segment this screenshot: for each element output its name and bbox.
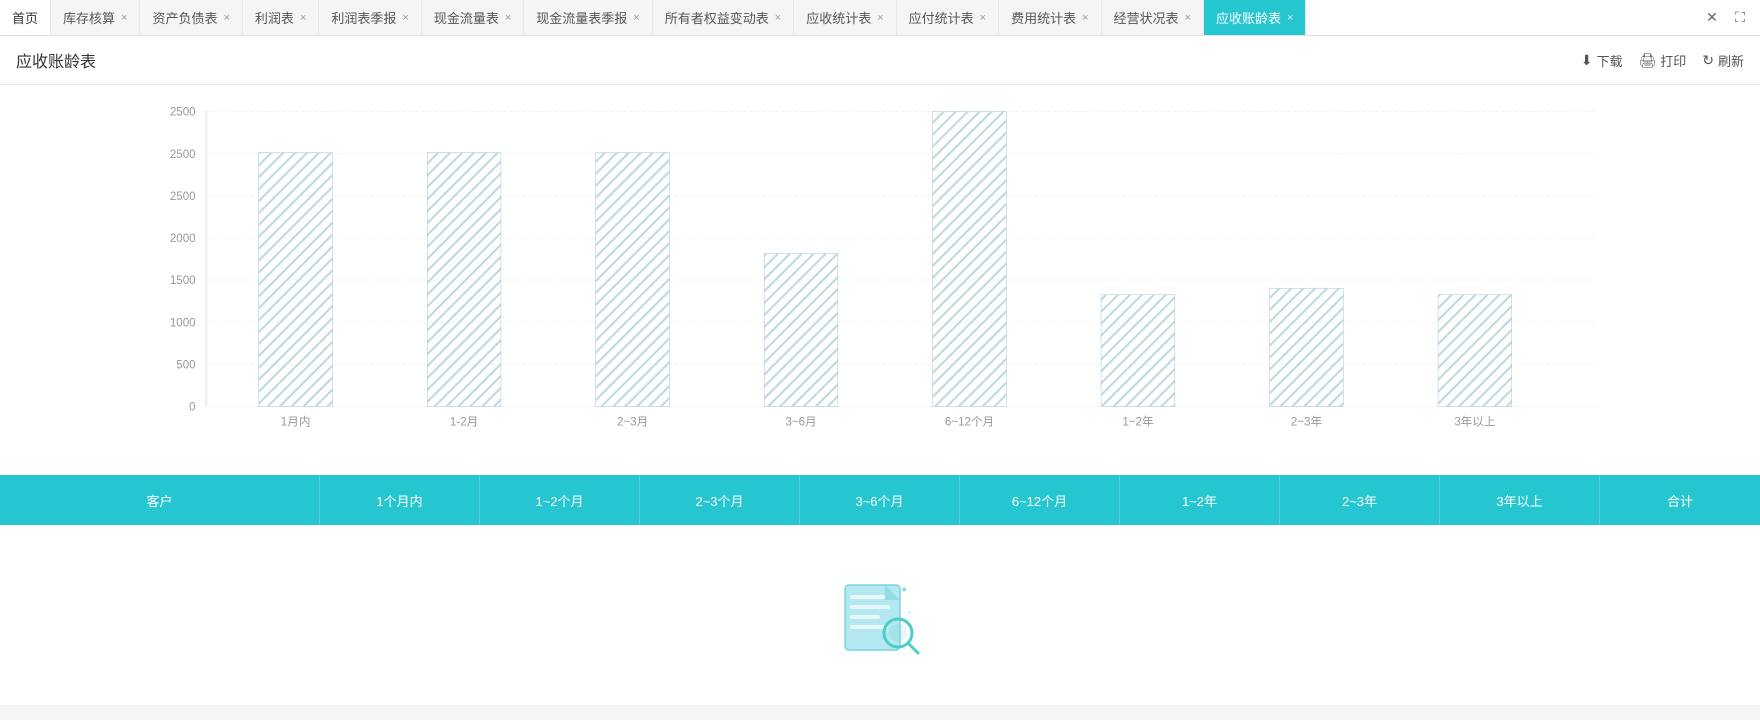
tab-close-icon[interactable]: × <box>121 12 127 24</box>
page-title: 应收账龄表 <box>16 48 96 72</box>
tab-label: 利润表季报 <box>331 8 396 27</box>
tab-label: 应付统计表 <box>909 8 974 27</box>
svg-text:3年以上: 3年以上 <box>1454 414 1495 428</box>
svg-text:2000: 2000 <box>170 233 196 245</box>
svg-text:1月内: 1月内 <box>281 414 311 428</box>
tab-label: 现金流量表季报 <box>536 8 627 27</box>
svg-text:2500: 2500 <box>170 149 196 161</box>
page-header: 应收账龄表 ⬇ 下载 🖨 打印 ↻ 刷新 <box>0 36 1760 85</box>
tab-item-7[interactable]: 所有者权益变动表 × <box>653 0 794 36</box>
download-icon: ⬇ <box>1581 52 1593 69</box>
tab-close-icon[interactable]: × <box>505 12 511 24</box>
tab-label: 费用统计表 <box>1011 8 1076 27</box>
chart-svg: 2500 2500 2500 2000 1500 1000 500 0 <box>20 101 1740 459</box>
svg-text:6~12个月: 6~12个月 <box>945 415 994 428</box>
close-window-button[interactable]: ✕ <box>1700 6 1724 30</box>
refresh-button[interactable]: ↻ 刷新 <box>1702 51 1744 70</box>
svg-text:3~6月: 3~6月 <box>785 416 816 428</box>
tab-label: 利润表 <box>255 8 294 27</box>
tab-item-9[interactable]: 应付统计表 × <box>897 0 999 36</box>
tab-item-1[interactable]: 库存核算 × <box>51 0 140 36</box>
tab-close-icon[interactable]: × <box>1185 12 1191 24</box>
tab-close-icon[interactable]: × <box>877 12 883 24</box>
tab-item-10[interactable]: 费用统计表 × <box>999 0 1101 36</box>
tab-label: 应收统计表 <box>806 8 871 27</box>
tab-close-icon[interactable]: × <box>1082 12 1088 24</box>
tab-label: 首页 <box>12 8 38 27</box>
tab-close-icon[interactable]: × <box>1287 12 1293 24</box>
table-header-cell-2: 1~2个月 <box>480 475 640 525</box>
download-button[interactable]: ⬇ 下载 <box>1581 51 1623 70</box>
svg-text:2~3年: 2~3年 <box>1291 414 1323 428</box>
svg-text:1~2年: 1~2年 <box>1122 414 1154 428</box>
svg-text:2500: 2500 <box>170 191 196 203</box>
main-content: 2500 2500 2500 2000 1500 1000 500 0 <box>0 85 1760 705</box>
tab-close-icon[interactable]: × <box>980 12 986 24</box>
table-header-cell-5: 6~12个月 <box>960 475 1120 525</box>
maximize-window-button[interactable]: ⛶ <box>1728 6 1752 30</box>
tab-label: 经营状况表 <box>1114 8 1179 27</box>
tab-item-8[interactable]: 应收统计表 × <box>794 0 896 36</box>
svg-text:✦: ✦ <box>900 585 908 596</box>
svg-text:1-2月: 1-2月 <box>450 416 478 428</box>
tab-close-icon[interactable]: × <box>300 12 306 24</box>
tab-bar: 首页库存核算×资产负债表×利润表×利润表季报×现金流量表×现金流量表季报×所有者… <box>0 0 1760 36</box>
table-header-cell-4: 3~6个月 <box>800 475 960 525</box>
tab-item-6[interactable]: 现金流量表季报 × <box>524 0 652 36</box>
tab-label: 应收账龄表 <box>1216 8 1281 27</box>
table-header-cell-0: 客户 <box>0 475 320 525</box>
tab-item-12[interactable]: 应收账龄表 × <box>1204 0 1306 36</box>
empty-state: ✦ • <box>0 525 1760 705</box>
tab-item-0[interactable]: 首页 <box>0 0 51 36</box>
svg-text:2500: 2500 <box>170 107 196 119</box>
refresh-icon: ↻ <box>1702 52 1714 69</box>
tab-label: 现金流量表 <box>434 8 499 27</box>
tab-bar-actions: ✕ ⛶ <box>1692 6 1760 30</box>
tab-label: 库存核算 <box>63 8 115 27</box>
svg-text:1500: 1500 <box>170 275 196 287</box>
header-actions: ⬇ 下载 🖨 打印 ↻ 刷新 <box>1581 51 1744 70</box>
tab-item-3[interactable]: 利润表 × <box>243 0 319 36</box>
svg-text:2~3月: 2~3月 <box>617 416 648 428</box>
svg-text:•: • <box>908 610 911 617</box>
empty-illustration: ✦ • <box>830 565 930 665</box>
tab-label: 资产负债表 <box>152 8 217 27</box>
tab-close-icon[interactable]: × <box>223 12 229 24</box>
table-header-cell-9: 合计 <box>1600 475 1760 525</box>
tab-close-icon[interactable]: × <box>402 12 408 24</box>
tab-close-icon[interactable]: × <box>633 12 639 24</box>
chart-container: 2500 2500 2500 2000 1500 1000 500 0 <box>0 85 1760 475</box>
table-header-cell-6: 1~2年 <box>1120 475 1280 525</box>
svg-text:1000: 1000 <box>170 317 196 329</box>
tab-close-icon[interactable]: × <box>775 12 781 24</box>
svg-text:500: 500 <box>176 359 195 371</box>
table-header: 客户1个月内1~2个月2~3个月3~6个月6~12个月1~2年2~3年3年以上合… <box>0 475 1760 525</box>
table-header-cell-8: 3年以上 <box>1440 475 1600 525</box>
table-header-cell-7: 2~3年 <box>1280 475 1440 525</box>
table-header-cell-3: 2~3个月 <box>640 475 800 525</box>
print-icon: 🖨 <box>1638 52 1656 69</box>
tab-item-2[interactable]: 资产负债表 × <box>140 0 242 36</box>
tab-item-4[interactable]: 利润表季报 × <box>319 0 421 36</box>
table-header-cell-1: 1个月内 <box>320 475 480 525</box>
tab-item-5[interactable]: 现金流量表 × <box>422 0 524 36</box>
svg-text:0: 0 <box>189 402 195 414</box>
tab-item-11[interactable]: 经营状况表 × <box>1102 0 1204 36</box>
tab-label: 所有者权益变动表 <box>665 8 769 27</box>
print-button[interactable]: 🖨 打印 <box>1638 51 1686 70</box>
